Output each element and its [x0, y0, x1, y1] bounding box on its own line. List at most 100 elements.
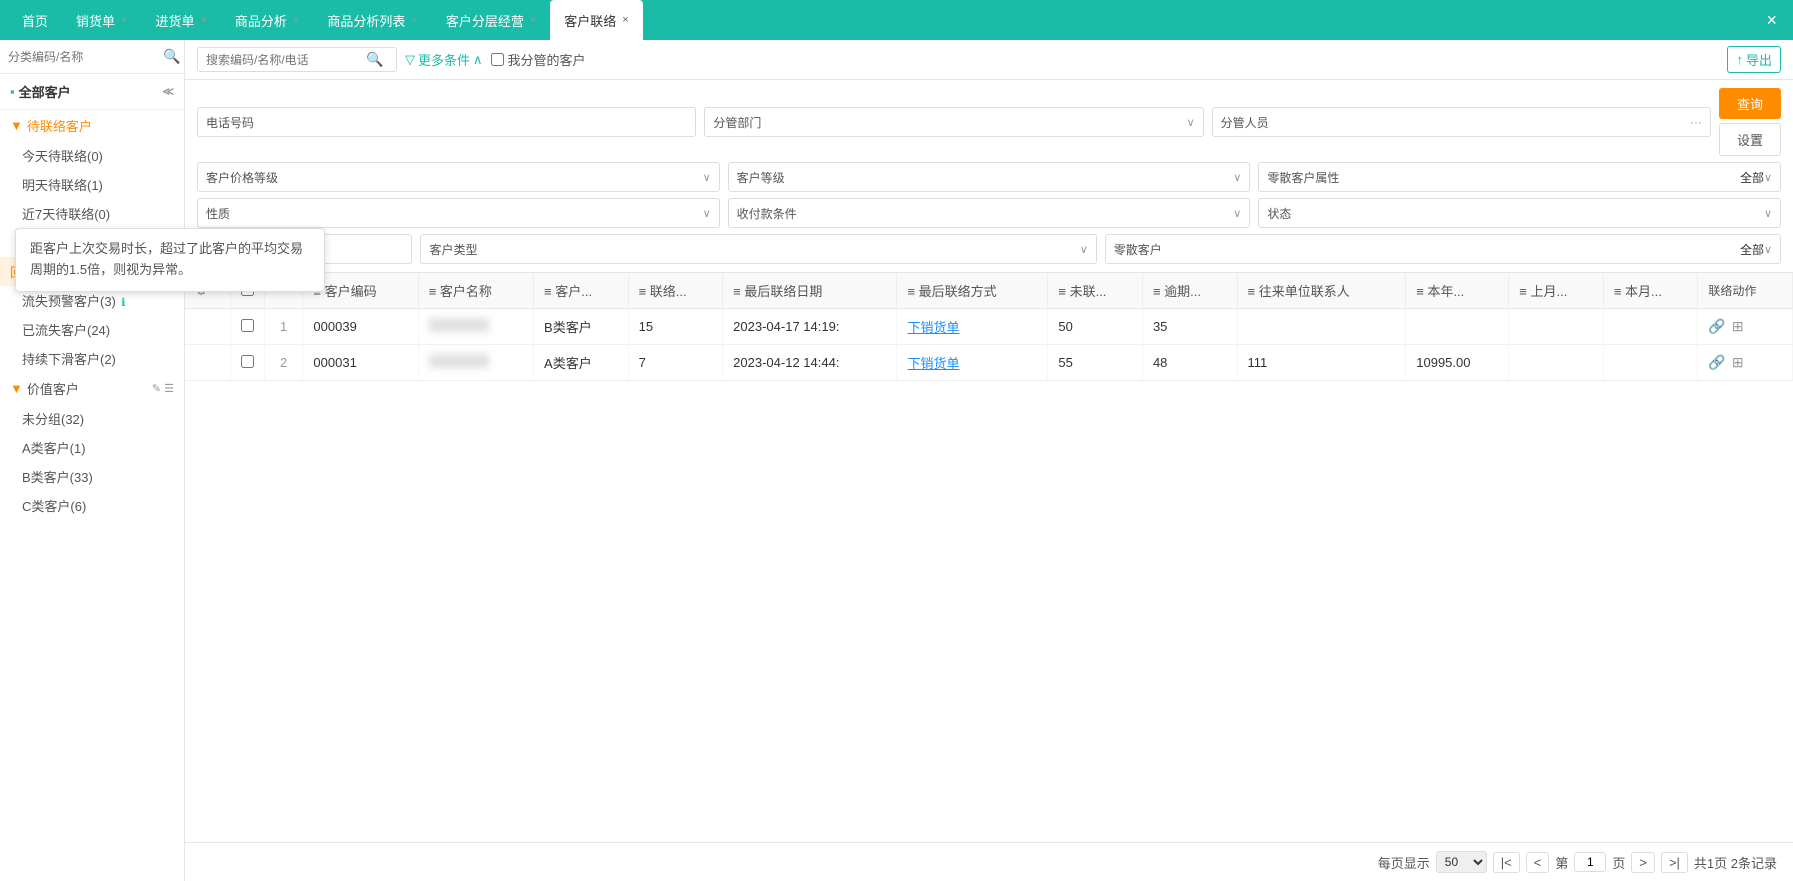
row1-settings [185, 309, 230, 345]
my-customer-check[interactable] [491, 53, 504, 66]
close-tab-customer-contact[interactable]: × [622, 14, 628, 26]
col-last-month[interactable]: ≡ 上月... [1509, 273, 1604, 309]
field-price-level[interactable]: 客户价格等级 ∨ [197, 162, 720, 192]
filter-bar: 🔍 ▽ 更多条件 ∧ 我分管的客户 ↑ 导出 [185, 40, 1793, 80]
close-tab-customer-seg[interactable]: × [530, 14, 536, 26]
col-uncontacted[interactable]: ≡ 未联... [1048, 273, 1143, 309]
tab-purchase[interactable]: 进货单 × [141, 0, 220, 40]
field-retail-attr[interactable]: 零散客户属性 全部 ∨ [1258, 162, 1781, 192]
sidebar-item-ungroup[interactable]: 未分组(32) [0, 404, 184, 433]
sidebar-item-7days[interactable]: 近7天待联络(0) [0, 199, 184, 228]
tab-home[interactable]: 首页 [8, 0, 62, 40]
close-tab-sales[interactable]: × [121, 14, 127, 26]
row2-last-month [1509, 345, 1604, 381]
row1-this-month [1603, 309, 1698, 345]
window-close-button[interactable]: × [1758, 10, 1785, 31]
caret-icon-2: ∨ [703, 171, 711, 184]
row2-last-method[interactable]: 下销货单 [897, 345, 1048, 381]
sidebar-all-customers[interactable]: ▪ 全部客户 ≪ [0, 74, 184, 110]
col-this-month[interactable]: ≡ 本月... [1603, 273, 1698, 309]
sidebar-pending-group[interactable]: ▼ 待联络客户 [0, 110, 184, 141]
query-button[interactable]: 查询 [1719, 88, 1781, 119]
tab-customer-seg[interactable]: 客户分层经营 × [432, 0, 550, 40]
row1-last-method[interactable]: 下销货单 [897, 309, 1048, 345]
sidebar-item-today[interactable]: 今天待联络(0) [0, 141, 184, 170]
field-nature[interactable]: 性质 ∨ [197, 198, 720, 228]
sidebar-item-a-class[interactable]: A类客户(1) [0, 433, 184, 462]
col-overdue[interactable]: ≡ 逾期... [1142, 273, 1237, 309]
col-last-date[interactable]: ≡ 最后联络日期 [723, 273, 897, 309]
close-tab-analysis[interactable]: × [293, 14, 299, 26]
sidebar-item-declining[interactable]: 持续下滑客户(2) [0, 344, 184, 373]
field-payment[interactable]: 收付款条件 ∨ [728, 198, 1251, 228]
sidebar-item-c-class[interactable]: C类客户(6) [0, 491, 184, 520]
sidebar-search-input[interactable] [8, 50, 163, 64]
field-customer-level[interactable]: 客户等级 ∨ [728, 162, 1251, 192]
col-last-method[interactable]: ≡ 最后联络方式 [897, 273, 1048, 309]
top-nav: 首页 销货单 × 进货单 × 商品分析 × 商品分析列表 × 客户分层经营 × … [0, 0, 1793, 40]
row1-type: B类客户 [534, 309, 629, 345]
sidebar: 🔍 ▪ 全部客户 ≪ ▼ 待联络客户 今天待联络(0) 明天待联络(1) 近7天… [0, 40, 185, 881]
row1-more-icon[interactable]: ⊞ [1732, 318, 1744, 335]
sidebar-item-lost[interactable]: 已流失客户(24) [0, 315, 184, 344]
prev-page-btn[interactable]: < [1526, 852, 1550, 873]
caret-icon-6: ∨ [1233, 207, 1241, 220]
tab-analysis-list[interactable]: 商品分析列表 × [313, 0, 431, 40]
row2-uncontacted: 55 [1048, 345, 1143, 381]
filter-search-input[interactable] [206, 53, 366, 67]
tab-analysis[interactable]: 商品分析 × [221, 0, 313, 40]
row2-more-icon[interactable]: ⊞ [1732, 354, 1744, 371]
col-action: 联络动作 [1698, 273, 1793, 309]
sidebar-item-b-class[interactable]: B类客户(33) [0, 462, 184, 491]
total-records: 共1页 2条记录 [1694, 853, 1777, 872]
row2-checkbox[interactable] [230, 345, 264, 381]
row2-contact-icon[interactable]: 🔗 [1708, 354, 1725, 371]
row1-num: 1 [264, 309, 303, 345]
adv-filter-panel: 电话号码 分管部门 ∨ 分管人员 ··· 查询 设置 客户价格等级 [185, 80, 1793, 273]
row2-num: 2 [264, 345, 303, 381]
close-tab-analysis-list[interactable]: × [411, 14, 417, 26]
close-tab-purchase[interactable]: × [200, 14, 206, 26]
last-page-btn[interactable]: >| [1661, 852, 1688, 873]
caret-icon-5: ∨ [703, 207, 711, 220]
filter-search-icon[interactable]: 🔍 [366, 51, 383, 68]
row1-code: 000039 [303, 309, 418, 345]
col-name[interactable]: ≡ 客户名称 [418, 273, 533, 309]
col-contact-count[interactable]: ≡ 联络... [628, 273, 723, 309]
tab-customer-contact[interactable]: 客户联络 × [550, 0, 642, 40]
export-button[interactable]: ↑ 导出 [1727, 46, 1781, 73]
adv-row-2: 客户价格等级 ∨ 客户等级 ∨ 零散客户属性 全部 ∨ [197, 162, 1781, 192]
sidebar-edit-icon[interactable]: ✎ ☰ [152, 382, 174, 395]
sidebar-value-customer-group[interactable]: ▼ 价值客户 ✎ ☰ [0, 373, 184, 404]
next-page-btn[interactable]: > [1631, 852, 1655, 873]
per-page-select[interactable]: 10 20 50 100 [1436, 851, 1487, 873]
export-icon: ↑ [1736, 52, 1743, 67]
row1-contact-icon[interactable]: 🔗 [1708, 318, 1725, 335]
my-customer-checkbox[interactable]: 我分管的客户 [491, 50, 586, 69]
field-status[interactable]: 状态 ∨ [1258, 198, 1781, 228]
filter-search-box: 🔍 [197, 47, 397, 72]
row2-name [418, 345, 533, 381]
settings-button[interactable]: 设置 [1719, 123, 1781, 156]
sidebar-item-tomorrow[interactable]: 明天待联络(1) [0, 170, 184, 199]
field-phone[interactable]: 电话号码 [197, 107, 696, 137]
more-conditions-btn[interactable]: ▽ 更多条件 ∧ [405, 50, 483, 69]
sidebar-collapse-icon[interactable]: ≪ [162, 85, 174, 98]
row2-contact: 7 [628, 345, 723, 381]
page-number-input[interactable] [1574, 852, 1606, 872]
field-person[interactable]: 分管人员 ··· [1212, 107, 1711, 137]
field-customer-type[interactable]: 客户类型 ∨ [420, 234, 1096, 264]
col-this-year[interactable]: ≡ 本年... [1406, 273, 1509, 309]
first-page-btn[interactable]: |< [1493, 852, 1520, 873]
field-retail-customer[interactable]: 零散客户 全部 ∨ [1105, 234, 1781, 264]
row2-related-person: 111 [1237, 345, 1406, 381]
col-related-person[interactable]: ≡ 往来单位联系人 [1237, 273, 1406, 309]
sidebar-search-icon[interactable]: 🔍 [163, 48, 180, 65]
adv-row-3: 性质 ∨ 收付款条件 ∨ 状态 ∨ [197, 198, 1781, 228]
table-container: ⚙ ≡ 客户编码 ≡ 客户名称 ≡ 客户... [185, 273, 1793, 881]
tab-sales[interactable]: 销货单 × [62, 0, 141, 40]
row1-checkbox[interactable] [230, 309, 264, 345]
field-dept[interactable]: 分管部门 ∨ [704, 107, 1203, 137]
col-type[interactable]: ≡ 客户... [534, 273, 629, 309]
pagination: 每页显示 10 20 50 100 |< < 第 页 > >| 共1页 2条记录 [185, 842, 1793, 881]
